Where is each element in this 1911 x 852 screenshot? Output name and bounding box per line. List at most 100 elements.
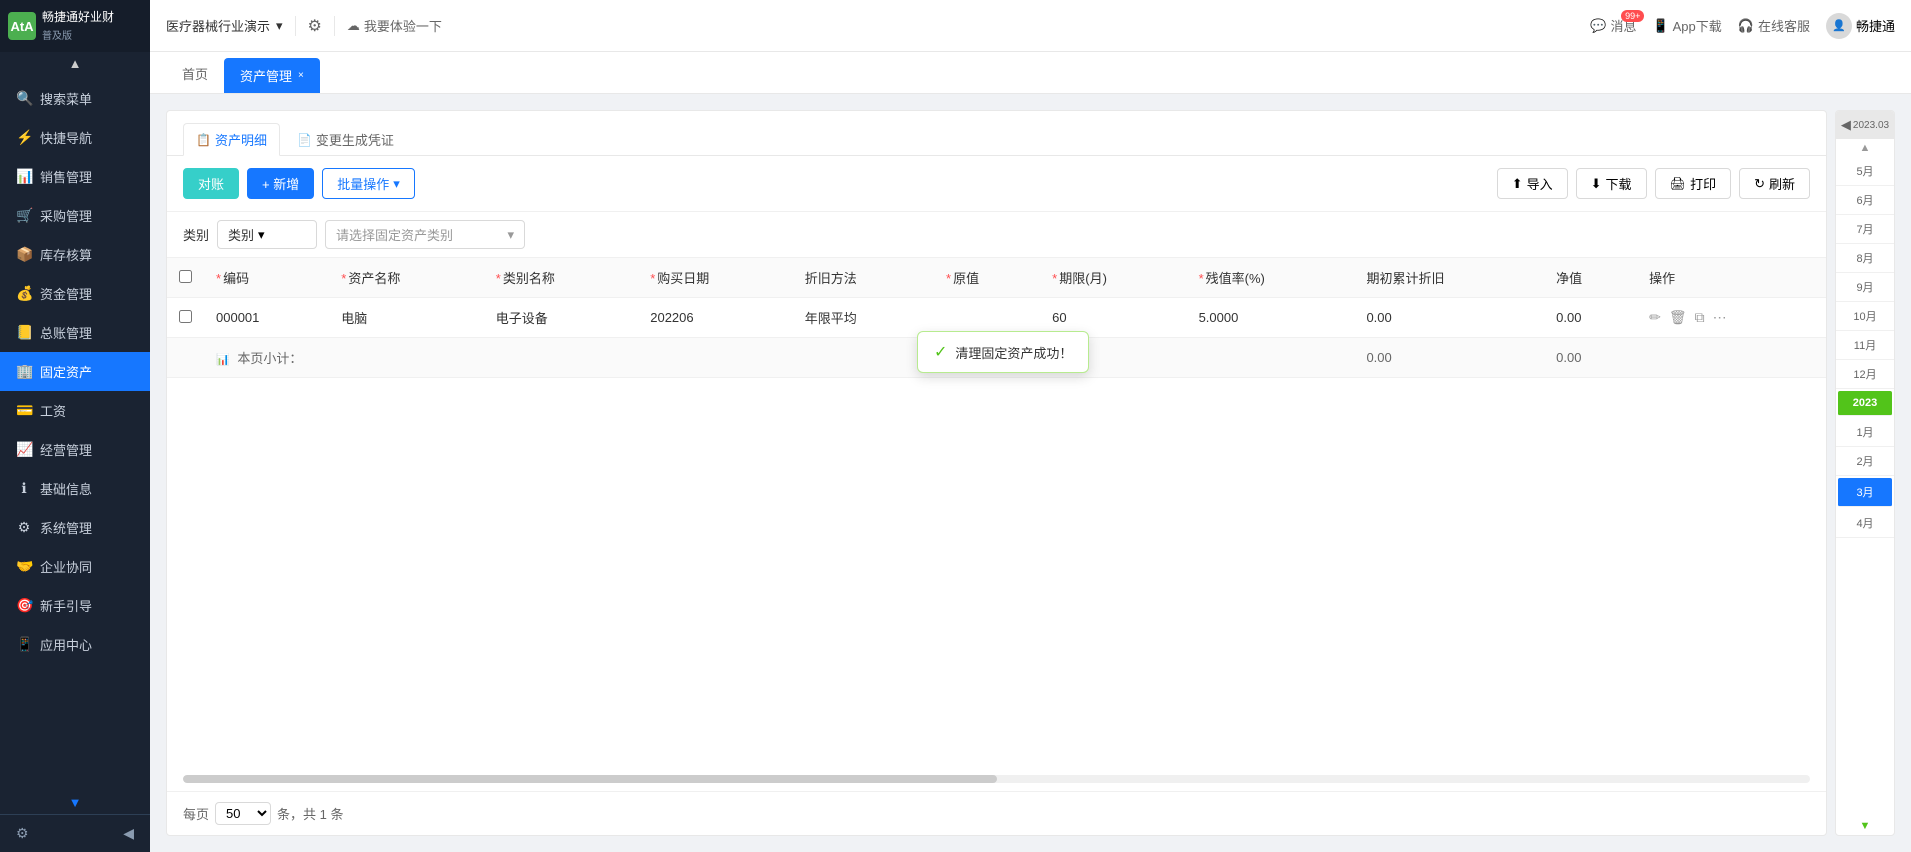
tab-label: 资产管理 xyxy=(240,66,292,85)
sidebar-item-payroll[interactable]: 💳 工资 xyxy=(0,391,150,430)
timeline-month-1[interactable]: 1月 xyxy=(1836,418,1894,447)
filter-dropdown-icon: ▾ xyxy=(507,227,514,243)
timeline-month-8[interactable]: 8月 xyxy=(1836,244,1894,273)
import-button[interactable]: ⬆ 导入 xyxy=(1497,168,1568,199)
success-toast: ✓ 清理固定资产成功！ xyxy=(917,331,1089,373)
row-checkbox[interactable] xyxy=(179,310,192,323)
collapse-icon[interactable]: ◀ xyxy=(123,825,134,842)
company-name: 医疗器械行业演示 xyxy=(166,16,270,35)
timeline-month-12[interactable]: 12月 xyxy=(1836,360,1894,389)
timeline-month-4[interactable]: 4月 xyxy=(1836,509,1894,538)
sidebar-item-purchase[interactable]: 🛒 采购管理 xyxy=(0,196,150,235)
app-download-icon: 📱 xyxy=(1652,18,1668,34)
toast-message: 清理固定资产成功！ xyxy=(955,343,1072,362)
topbar-divider xyxy=(295,16,296,36)
sidebar-item-system[interactable]: ⚙ 系统管理 xyxy=(0,508,150,547)
category-value-select[interactable]: 请选择固定资产类别 ▾ xyxy=(325,220,525,249)
user-menu[interactable]: 👤 畅捷通 xyxy=(1826,13,1895,39)
sidebar-item-general-ledger[interactable]: 📒 总账管理 xyxy=(0,313,150,352)
row-actions: ✏ 🗑 ⧉ ⋯ xyxy=(1637,298,1826,338)
sidebar-item-label: 企业协同 xyxy=(40,557,92,576)
category-type-dropdown-icon: ▾ xyxy=(258,227,265,243)
settings-icon[interactable]: ⚙ xyxy=(16,825,29,842)
sidebar-item-capital[interactable]: 💰 资金管理 xyxy=(0,274,150,313)
sidebar-scroll-up[interactable]: ▲ xyxy=(0,52,150,75)
delete-icon[interactable]: 🗑 xyxy=(1669,309,1687,326)
more-icon[interactable]: ⋯ xyxy=(1713,309,1727,326)
experience-label: 我要体验一下 xyxy=(364,16,442,35)
sub-tab-label: 变更生成凭证 xyxy=(316,130,394,149)
sidebar-item-basic-info[interactable]: ℹ 基础信息 xyxy=(0,469,150,508)
reconcile-button[interactable]: 对账 xyxy=(183,168,239,199)
row-net-value: 0.00 xyxy=(1544,298,1637,338)
message-button[interactable]: 💬 消息 99+ xyxy=(1590,16,1636,35)
timeline-month-11[interactable]: 11月 xyxy=(1836,331,1894,360)
timeline-month-2[interactable]: 2月 xyxy=(1836,447,1894,476)
timeline-scroll-down[interactable]: ▼ xyxy=(1836,817,1894,835)
online-service-button[interactable]: 🎧 在线客服 xyxy=(1738,16,1810,35)
col-code: *编码 xyxy=(204,258,329,298)
col-residual-rate: *残值率(%) xyxy=(1187,258,1355,298)
per-page-select[interactable]: 50 10 20 100 xyxy=(215,802,271,825)
sidebar-item-quick-nav[interactable]: ⚡ 快捷导航 xyxy=(0,118,150,157)
print-button[interactable]: 🖨 打印 xyxy=(1655,168,1732,199)
sidebar-item-operations[interactable]: 📈 经营管理 xyxy=(0,430,150,469)
settings-gear-icon[interactable]: ⚙ xyxy=(308,16,322,36)
batch-button[interactable]: 批量操作 ▾ xyxy=(322,168,415,199)
select-all-checkbox[interactable] xyxy=(179,270,192,283)
sidebar-item-guide[interactable]: 🎯 新手引导 xyxy=(0,586,150,625)
sidebar-item-app-center[interactable]: 📱 应用中心 xyxy=(0,625,150,664)
col-initial-accumulated: 期初累计折旧 xyxy=(1354,258,1544,298)
tab-bar: 首页 资产管理 × xyxy=(150,52,1911,94)
app-edition: 普及版 xyxy=(42,27,114,42)
copy-icon[interactable]: ⧉ xyxy=(1695,309,1705,326)
timeline-header[interactable]: ◀ 2023.03 xyxy=(1836,111,1894,139)
tab-close-icon[interactable]: × xyxy=(298,70,304,81)
select-all-checkbox-cell[interactable] xyxy=(167,258,204,298)
basic-info-icon: ℹ xyxy=(16,480,32,497)
refresh-button[interactable]: ↻ 刷新 xyxy=(1739,168,1810,199)
sidebar-item-search[interactable]: 🔍 搜索菜单 xyxy=(0,79,150,118)
tab-home[interactable]: 首页 xyxy=(166,56,224,93)
horizontal-scrollbar[interactable] xyxy=(183,775,1810,783)
timeline-scroll: 5月 6月 7月 8月 9月 10月 11月 12月 2023 1月 2月 3月… xyxy=(1836,157,1894,817)
category-type-select[interactable]: 类别 ▾ xyxy=(217,220,317,249)
tab-asset-management[interactable]: 资产管理 × xyxy=(224,58,320,93)
sidebar-item-sales[interactable]: 📊 销售管理 xyxy=(0,157,150,196)
timeline-month-7[interactable]: 7月 xyxy=(1836,215,1894,244)
timeline-month-6[interactable]: 6月 xyxy=(1836,186,1894,215)
new-button[interactable]: + 新增 xyxy=(247,168,314,199)
sidebar-item-label: 固定资产 xyxy=(40,362,92,381)
timeline-month-9[interactable]: 9月 xyxy=(1836,273,1894,302)
sidebar-item-label: 库存核算 xyxy=(40,245,92,264)
timeline-date: 2023.03 xyxy=(1853,120,1889,131)
download-icon: ⬇ xyxy=(1591,176,1602,192)
sub-tab-asset-detail[interactable]: 📋 资产明细 xyxy=(183,123,280,156)
experience-button[interactable]: ☁ 我要体验一下 xyxy=(347,16,442,35)
timeline-scroll-up[interactable]: ▲ xyxy=(1836,139,1894,157)
quick-nav-icon: ⚡ xyxy=(16,129,32,146)
app-center-icon: 📱 xyxy=(16,636,32,653)
sidebar-item-label: 系统管理 xyxy=(40,518,92,537)
app-download-button[interactable]: 📱 App下载 xyxy=(1652,16,1721,35)
timeline-month-10[interactable]: 10月 xyxy=(1836,302,1894,331)
timeline-month-5[interactable]: 5月 xyxy=(1836,157,1894,186)
company-selector[interactable]: 医疗器械行业演示 ▾ xyxy=(166,16,283,35)
edit-icon[interactable]: ✏ xyxy=(1649,309,1661,326)
row-checkbox-cell[interactable] xyxy=(167,298,204,338)
timeline-year-2023[interactable]: 2023 xyxy=(1838,391,1892,416)
download-button[interactable]: ⬇ 下载 xyxy=(1576,168,1647,199)
timeline-month-3-current[interactable]: 3月 xyxy=(1838,478,1892,507)
sidebar-item-inventory[interactable]: 📦 库存核算 xyxy=(0,235,150,274)
sidebar-item-enterprise[interactable]: 🤝 企业协同 xyxy=(0,547,150,586)
guide-icon: 🎯 xyxy=(16,597,32,614)
sub-tabs: 📋 资产明细 📄 变更生成凭证 xyxy=(167,111,1826,156)
sub-tab-change-voucher[interactable]: 📄 变更生成凭证 xyxy=(284,123,407,155)
sidebar-footer: ⚙ ◀ xyxy=(0,814,150,852)
sidebar-scroll-down[interactable]: ▼ xyxy=(0,791,150,814)
sidebar-item-fixed-assets[interactable]: 🏢 固定资产 xyxy=(0,352,150,391)
timeline-header-text: ◀ xyxy=(1841,117,1851,133)
row-initial-accumulated: 0.00 xyxy=(1354,298,1544,338)
total-text: 条，共 1 条 xyxy=(277,804,343,823)
purchase-icon: 🛒 xyxy=(16,207,32,224)
